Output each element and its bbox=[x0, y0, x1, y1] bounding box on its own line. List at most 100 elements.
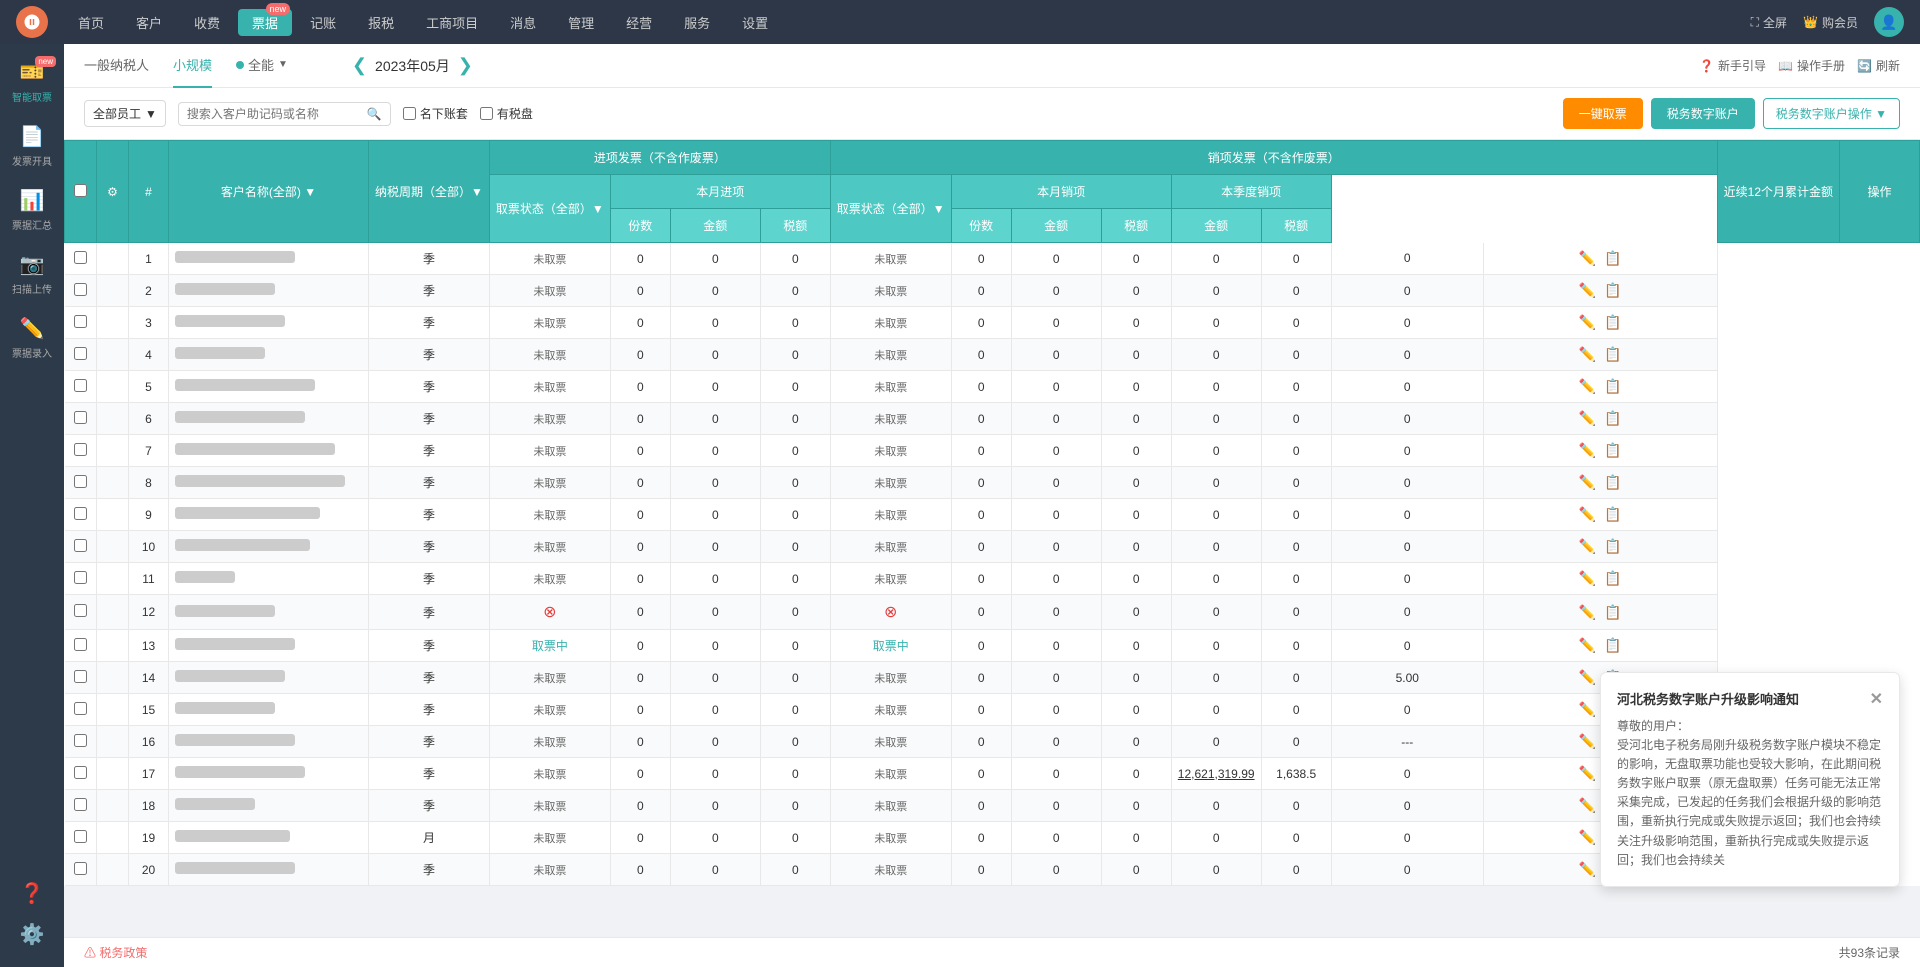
row-client-name[interactable] bbox=[169, 790, 369, 822]
manual-button[interactable]: 📖 操作手册 bbox=[1778, 57, 1845, 74]
nav-invoice[interactable]: 票据 new bbox=[238, 9, 292, 36]
edit-icon[interactable]: ✏️ bbox=[1579, 474, 1596, 491]
row-checkbox[interactable] bbox=[65, 662, 97, 694]
row-checkbox[interactable] bbox=[65, 467, 97, 499]
col-header-s-status[interactable]: 取票状态（全部）▼ bbox=[830, 175, 951, 243]
tax-checkbox[interactable]: 有税盘 bbox=[480, 105, 533, 122]
row-client-name[interactable] bbox=[169, 339, 369, 371]
edit-icon[interactable]: ✏️ bbox=[1579, 314, 1596, 331]
row-client-name[interactable] bbox=[169, 726, 369, 758]
row-client-name[interactable] bbox=[169, 630, 369, 662]
copy-icon[interactable]: 📋 bbox=[1604, 570, 1621, 587]
edit-icon[interactable]: ✏️ bbox=[1579, 733, 1596, 750]
edit-icon[interactable]: ✏️ bbox=[1579, 506, 1596, 523]
edit-icon[interactable]: ✏️ bbox=[1579, 346, 1596, 363]
row-checkbox[interactable] bbox=[65, 339, 97, 371]
row-checkbox[interactable] bbox=[65, 630, 97, 662]
nav-business[interactable]: 工商项目 bbox=[412, 9, 492, 36]
row-checkbox[interactable] bbox=[65, 694, 97, 726]
row-checkbox[interactable] bbox=[65, 758, 97, 790]
subnav-full[interactable]: 全能 ▼ bbox=[236, 44, 288, 88]
edit-icon[interactable]: ✏️ bbox=[1579, 861, 1596, 878]
subnav-small[interactable]: 小规模 bbox=[173, 44, 212, 88]
row-client-name[interactable] bbox=[169, 563, 369, 595]
edit-icon[interactable]: ✏️ bbox=[1579, 538, 1596, 555]
copy-icon[interactable]: 📋 bbox=[1604, 410, 1621, 427]
edit-icon[interactable]: ✏️ bbox=[1579, 442, 1596, 459]
nav-home[interactable]: 首页 bbox=[64, 9, 118, 36]
nav-message[interactable]: 消息 bbox=[496, 9, 550, 36]
row-checkbox[interactable] bbox=[65, 499, 97, 531]
col-header-p-status[interactable]: 取票状态（全部）▼ bbox=[489, 175, 610, 243]
refresh-button[interactable]: 🔄 刷新 bbox=[1857, 57, 1900, 74]
row-checkbox[interactable] bbox=[65, 435, 97, 467]
prev-month-button[interactable]: ❮ bbox=[352, 55, 367, 76]
row-checkbox[interactable] bbox=[65, 531, 97, 563]
row-client-name[interactable] bbox=[169, 694, 369, 726]
sidebar-item-settings-bottom[interactable]: ⚙️ bbox=[16, 914, 49, 955]
row-checkbox[interactable] bbox=[65, 822, 97, 854]
copy-icon[interactable]: 📋 bbox=[1604, 378, 1621, 395]
col-header-name[interactable]: 客户名称(全部) ▼ bbox=[169, 141, 369, 243]
copy-icon[interactable]: 📋 bbox=[1604, 442, 1621, 459]
row-checkbox[interactable] bbox=[65, 243, 97, 275]
sidebar-item-smart-invoice[interactable]: 🎫 智能取票 new bbox=[0, 52, 64, 112]
col-header-period[interactable]: 纳税周期（全部）▼ bbox=[369, 141, 490, 243]
nav-fee[interactable]: 收费 bbox=[180, 9, 234, 36]
one-click-button[interactable]: 一键取票 bbox=[1563, 98, 1643, 129]
nav-client[interactable]: 客户 bbox=[122, 9, 176, 36]
copy-icon[interactable]: 📋 bbox=[1604, 506, 1621, 523]
edit-icon[interactable]: ✏️ bbox=[1579, 604, 1596, 621]
search-input[interactable] bbox=[179, 103, 359, 125]
new-guide-button[interactable]: ❓ 新手引导 bbox=[1699, 57, 1766, 74]
edit-icon[interactable]: ✏️ bbox=[1579, 250, 1596, 267]
tax-policy-link[interactable]: ⚠ 税务政策 bbox=[84, 944, 147, 961]
edit-icon[interactable]: ✏️ bbox=[1579, 797, 1596, 814]
row-checkbox[interactable] bbox=[65, 403, 97, 435]
row-client-name[interactable] bbox=[169, 662, 369, 694]
next-month-button[interactable]: ❯ bbox=[458, 55, 473, 76]
nav-operation[interactable]: 经营 bbox=[612, 9, 666, 36]
fullscreen-button[interactable]: ⛶ 全屏 bbox=[1751, 14, 1787, 31]
row-client-name[interactable] bbox=[169, 307, 369, 339]
sidebar-item-scan[interactable]: 📷 扫描上传 bbox=[0, 244, 64, 304]
row-client-name[interactable] bbox=[169, 243, 369, 275]
search-icon[interactable]: 🔍 bbox=[359, 107, 390, 121]
row-client-name[interactable] bbox=[169, 435, 369, 467]
sidebar-item-summary[interactable]: 📊 票据汇总 bbox=[0, 180, 64, 240]
row-checkbox[interactable] bbox=[65, 790, 97, 822]
copy-icon[interactable]: 📋 bbox=[1604, 250, 1621, 267]
row-client-name[interactable] bbox=[169, 854, 369, 886]
subnav-general[interactable]: 一般纳税人 bbox=[84, 44, 149, 88]
row-checkbox[interactable] bbox=[65, 563, 97, 595]
row-client-name[interactable] bbox=[169, 822, 369, 854]
tax-digital-button[interactable]: 税务数字账户 bbox=[1651, 98, 1755, 129]
tax-digital-ops-button[interactable]: 税务数字账户操作 ▼ bbox=[1763, 98, 1900, 129]
row-checkbox[interactable] bbox=[65, 595, 97, 630]
edit-icon[interactable]: ✏️ bbox=[1579, 410, 1596, 427]
edit-icon[interactable]: ✏️ bbox=[1579, 637, 1596, 654]
row-client-name[interactable] bbox=[169, 499, 369, 531]
user-avatar[interactable]: 👤 bbox=[1874, 7, 1904, 37]
row-client-name[interactable] bbox=[169, 595, 369, 630]
row-client-name[interactable] bbox=[169, 758, 369, 790]
nav-service[interactable]: 服务 bbox=[670, 9, 724, 36]
row-checkbox[interactable] bbox=[65, 726, 97, 758]
employee-select[interactable]: 全部员工 ▼ bbox=[84, 100, 166, 127]
member-button[interactable]: 👑 购会员 bbox=[1803, 14, 1858, 31]
edit-icon[interactable]: ✏️ bbox=[1579, 378, 1596, 395]
row-checkbox[interactable] bbox=[65, 854, 97, 886]
row-client-name[interactable] bbox=[169, 275, 369, 307]
sidebar-item-help[interactable]: ❓ bbox=[16, 873, 49, 914]
copy-icon[interactable]: 📋 bbox=[1604, 282, 1621, 299]
row-checkbox[interactable] bbox=[65, 371, 97, 403]
edit-icon[interactable]: ✏️ bbox=[1579, 282, 1596, 299]
copy-icon[interactable]: 📋 bbox=[1604, 346, 1621, 363]
row-client-name[interactable] bbox=[169, 467, 369, 499]
edit-icon[interactable]: ✏️ bbox=[1579, 829, 1596, 846]
edit-icon[interactable]: ✏️ bbox=[1579, 570, 1596, 587]
row-checkbox[interactable] bbox=[65, 275, 97, 307]
row-client-name[interactable] bbox=[169, 531, 369, 563]
edit-icon[interactable]: ✏️ bbox=[1579, 669, 1596, 686]
row-client-name[interactable] bbox=[169, 403, 369, 435]
